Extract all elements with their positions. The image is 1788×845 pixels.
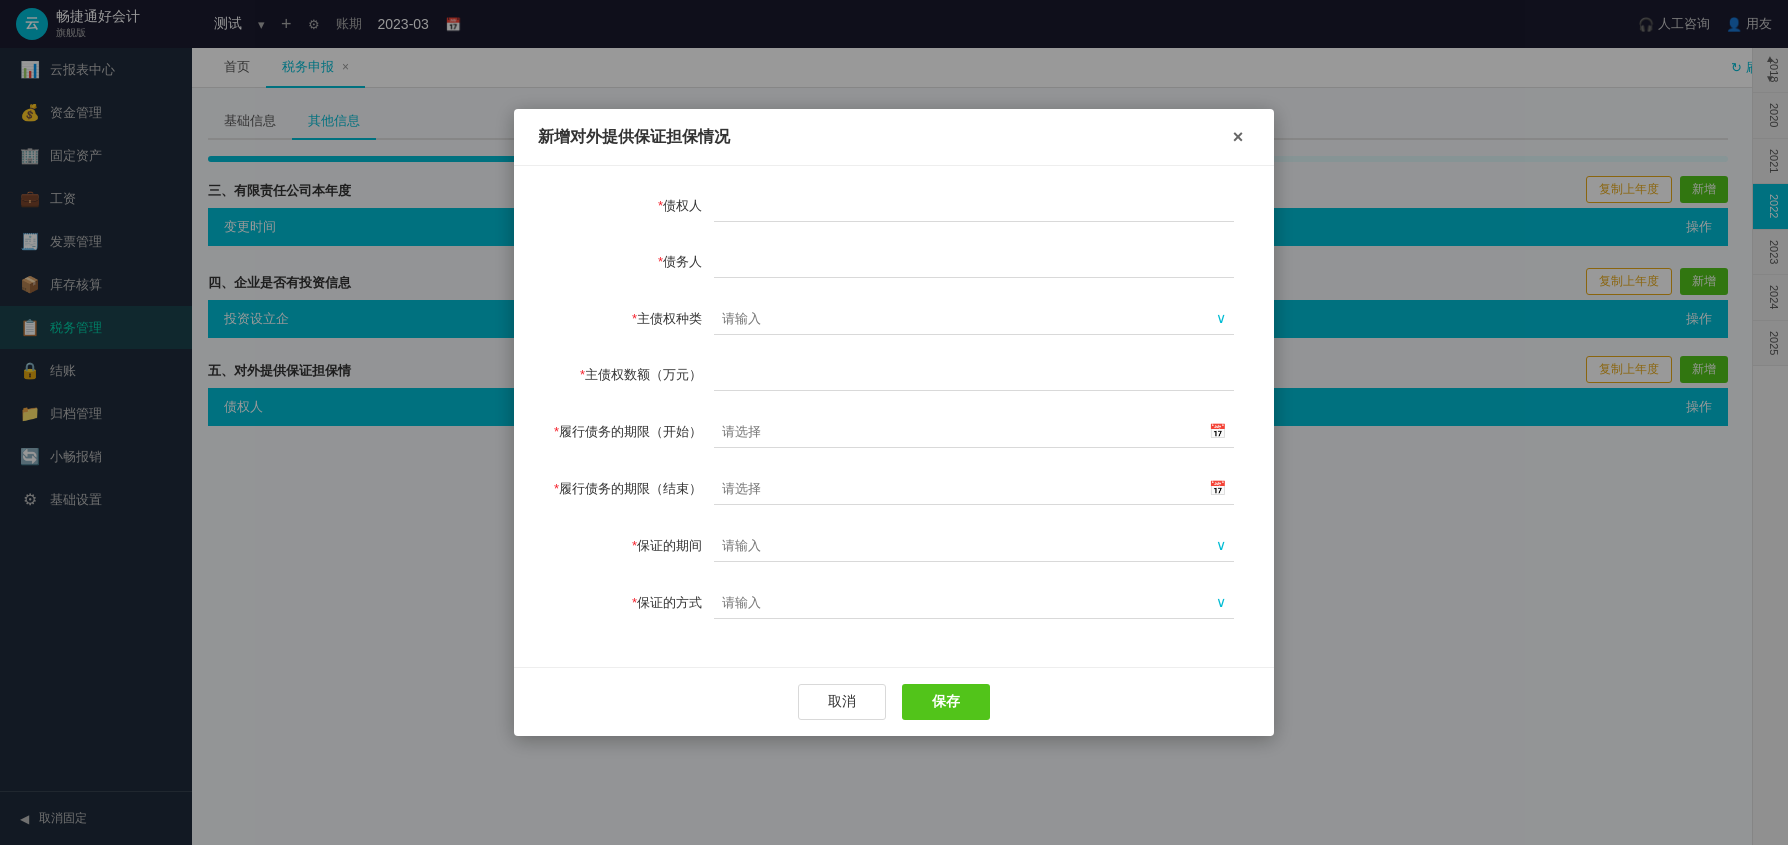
dialog-title: 新增对外提供保证担保情况 — [538, 127, 730, 148]
period-start-calendar-icon[interactable]: 📅 — [1209, 423, 1234, 439]
guarantee-period-arrow-icon: ∨ — [1216, 537, 1234, 553]
guarantee-method-wrapper: ∨ — [714, 586, 1234, 619]
debtor-row: *债务人 — [554, 246, 1234, 278]
period-end-row: *履行债务的期限（结束） 📅 — [554, 472, 1234, 505]
guarantee-period-wrapper: ∨ — [714, 529, 1234, 562]
dialog-close-button[interactable]: × — [1226, 125, 1250, 149]
guarantee-method-row: *保证的方式 ∨ — [554, 586, 1234, 619]
period-start-row: *履行债务的期限（开始） 📅 — [554, 415, 1234, 448]
period-end-label: *履行债务的期限（结束） — [554, 480, 714, 498]
period-end-calendar-icon[interactable]: 📅 — [1209, 480, 1234, 496]
debtor-input[interactable] — [714, 246, 1234, 278]
cancel-button[interactable]: 取消 — [798, 684, 886, 720]
period-start-input[interactable] — [714, 415, 1209, 447]
creditor-input[interactable] — [714, 190, 1234, 222]
dialog-header: 新增对外提供保证担保情况 × — [514, 109, 1274, 166]
claim-type-arrow-icon: ∨ — [1216, 310, 1234, 326]
dialog-body: *债权人 *债务人 *主债权种类 ∨ — [514, 166, 1274, 667]
creditor-row: *债权人 — [554, 190, 1234, 222]
guarantee-method-arrow-icon: ∨ — [1216, 594, 1234, 610]
guarantee-method-input[interactable] — [714, 586, 1216, 618]
claim-type-input[interactable] — [714, 302, 1216, 334]
guarantee-period-input[interactable] — [714, 529, 1216, 561]
claim-amount-row: *主债权数额（万元） — [554, 359, 1234, 391]
guarantee-period-row: *保证的期间 ∨ — [554, 529, 1234, 562]
guarantee-period-label: *保证的期间 — [554, 537, 714, 555]
debtor-label: *债务人 — [554, 253, 714, 271]
period-end-input[interactable] — [714, 472, 1209, 504]
save-button[interactable]: 保存 — [902, 684, 990, 720]
dialog-overlay: 新增对外提供保证担保情况 × *债权人 *债务人 * — [0, 0, 1788, 845]
creditor-label: *债权人 — [554, 197, 714, 215]
dialog-footer: 取消 保存 — [514, 667, 1274, 736]
guarantee-method-label: *保证的方式 — [554, 594, 714, 612]
claim-amount-input[interactable] — [714, 359, 1234, 391]
period-start-label: *履行债务的期限（开始） — [554, 423, 714, 441]
add-guarantee-dialog: 新增对外提供保证担保情况 × *债权人 *债务人 * — [514, 109, 1274, 736]
claim-type-row: *主债权种类 ∨ — [554, 302, 1234, 335]
claim-type-label: *主债权种类 — [554, 310, 714, 328]
claim-amount-label: *主债权数额（万元） — [554, 366, 714, 384]
period-end-wrapper: 📅 — [714, 472, 1234, 505]
period-start-wrapper: 📅 — [714, 415, 1234, 448]
claim-type-wrapper: ∨ — [714, 302, 1234, 335]
